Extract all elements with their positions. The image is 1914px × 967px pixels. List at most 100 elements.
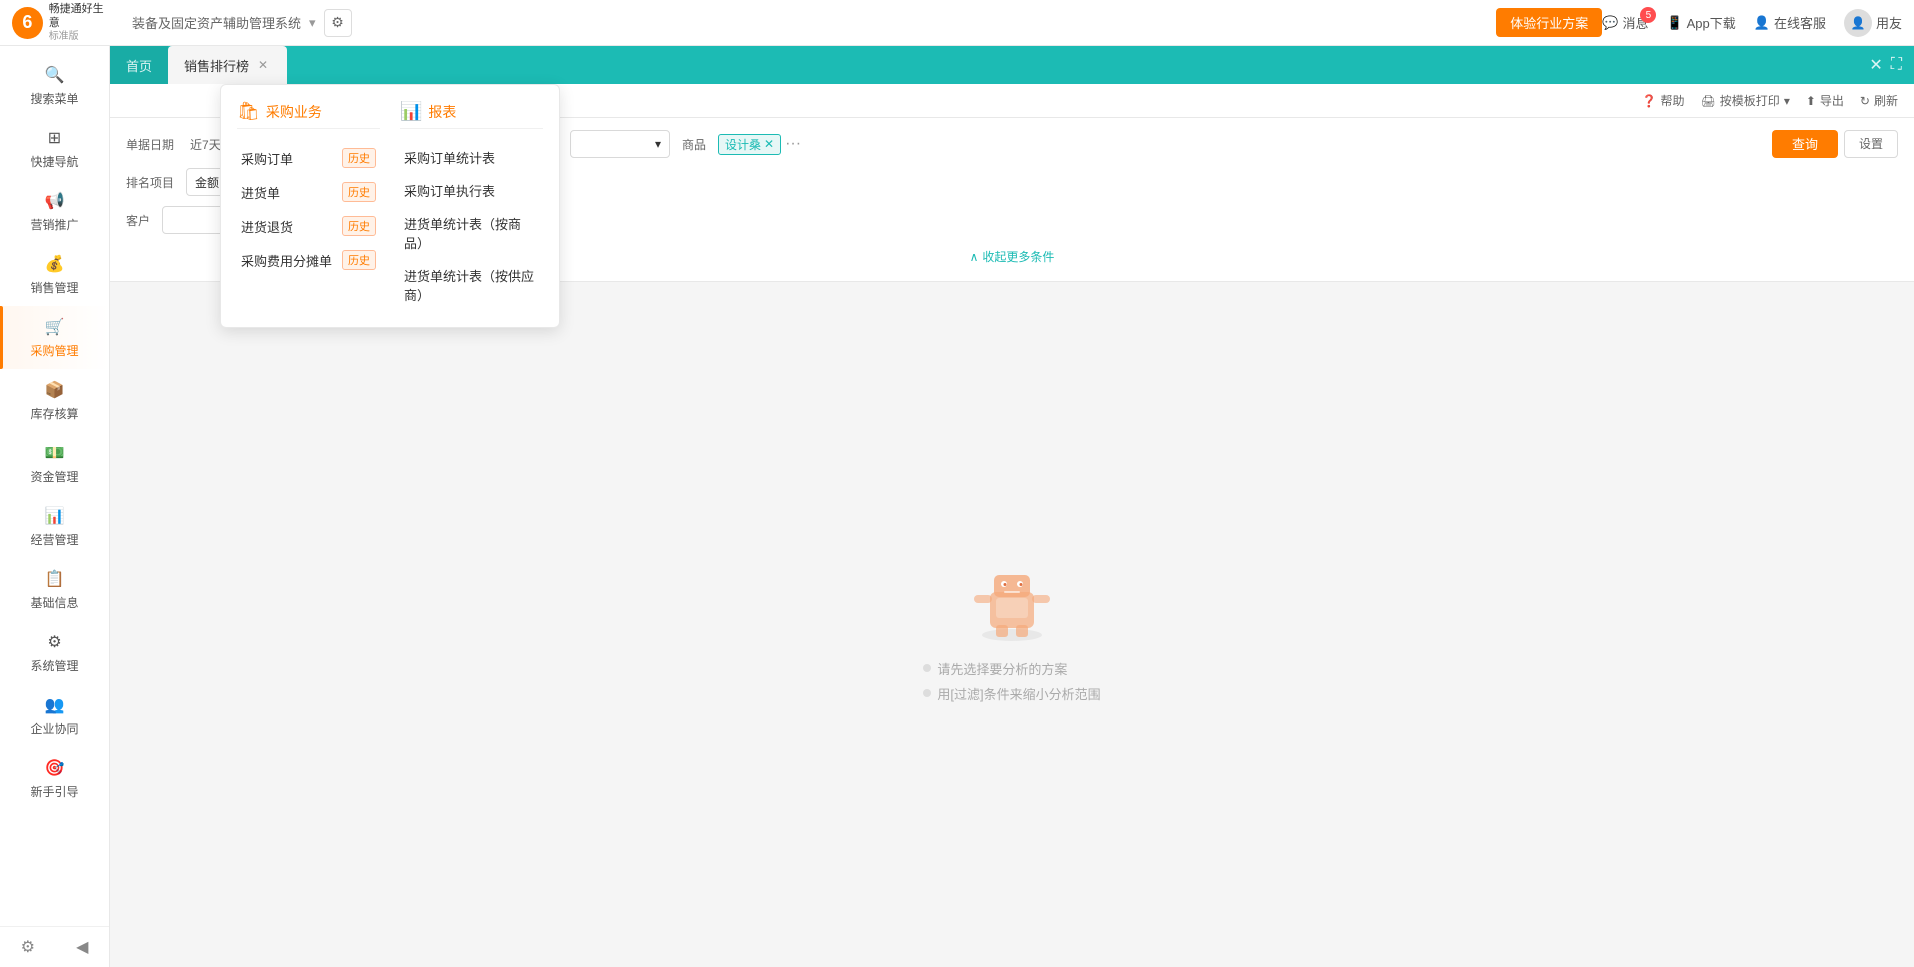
logo: 6 畅捷通好生意 标准版: [12, 2, 112, 44]
goods-label: 商品: [682, 136, 706, 153]
collab-icon: 👥: [44, 694, 66, 716]
sidebar-item-sales[interactable]: 💰 销售管理: [0, 243, 109, 306]
message-btn[interactable]: 💬 消息 5: [1602, 13, 1648, 32]
collapse-icon[interactable]: ◀: [76, 937, 88, 957]
tab-close-icon[interactable]: ✕: [255, 57, 271, 73]
sidebar-item-marketing[interactable]: 📢 营销推广: [0, 180, 109, 243]
help-btn[interactable]: ❓ 帮助: [1642, 92, 1685, 109]
sidebar-item-purchase[interactable]: 🛒 采购管理: [0, 306, 109, 369]
collapse-up-icon: ∧: [970, 250, 979, 264]
content-area: 首页 销售排行榜 ✕ ✕ ⛶ 🛍 采购业务 采购订单: [110, 46, 1914, 967]
customer-label: 客户: [126, 212, 150, 229]
refresh-btn[interactable]: ↻ 刷新: [1860, 92, 1898, 109]
empty-illustration: [962, 547, 1062, 647]
print-icon: 🖨: [1701, 94, 1716, 108]
query-btn[interactable]: 查询: [1772, 130, 1838, 158]
export-icon: ⬆: [1806, 94, 1816, 108]
dropdown-item-po-exec[interactable]: 采购订单执行表: [400, 174, 543, 207]
date-7days-btn[interactable]: 近7天: [186, 134, 225, 155]
logo-icon: 6: [12, 7, 43, 39]
history-tag-return: 历史: [342, 216, 376, 236]
system-icon: ⚙: [44, 631, 66, 653]
dropdown-report-col: 📊 报表 采购订单统计表 采购订单执行表 进货单统计表（按商品） 进货单统计表（…: [400, 101, 543, 311]
sidebar-item-quicknav[interactable]: ⊞ 快捷导航: [0, 117, 109, 180]
inventory-icon: 📦: [44, 379, 66, 401]
dropdown-item-receipt-stat-goods[interactable]: 进货单统计表（按商品）: [400, 207, 543, 259]
main-layout: 🔍 搜索菜单 ⊞ 快捷导航 📢 营销推广 💰 销售管理 🛒 采购管理 📦 库存核…: [0, 46, 1914, 967]
help-icon: ❓: [1642, 94, 1657, 108]
sidebar-item-guide[interactable]: 🎯 新手引导: [0, 747, 109, 810]
sidebar: 🔍 搜索菜单 ⊞ 快捷导航 📢 营销推广 💰 销售管理 🛒 采购管理 📦 库存核…: [0, 46, 110, 967]
dropdown-menu: 🛍 采购业务 采购订单 历史 进货单 历史 进货退货 历史: [220, 84, 560, 328]
industry-btn[interactable]: 体验行业方案: [1496, 8, 1602, 37]
gear-button[interactable]: ⚙: [324, 9, 352, 37]
dropdown-item-receipt[interactable]: 进货单 历史: [237, 175, 380, 209]
online-service-btn[interactable]: 👤 在线客服: [1754, 13, 1826, 32]
export-btn[interactable]: ⬆ 导出: [1806, 92, 1844, 109]
tab-home[interactable]: 首页: [110, 46, 168, 84]
guide-icon: 🎯: [44, 757, 66, 779]
sidebar-item-inventory[interactable]: 📦 库存核算: [0, 369, 109, 432]
history-tag-receipt: 历史: [342, 182, 376, 202]
empty-tip-2: 用[过滤]条件来缩小分析范围: [923, 684, 1100, 703]
refresh-icon: ↻: [1860, 94, 1870, 108]
dropdown-arrow-icon[interactable]: ▾: [309, 15, 316, 31]
empty-tip-1: 请先选择要分析的方案: [923, 659, 1100, 678]
tab-sales-rank[interactable]: 销售排行榜 ✕: [168, 46, 287, 84]
goods-tag: 设计桑 ✕: [718, 134, 781, 155]
tab-bar: 首页 销售排行榜 ✕ ✕ ⛶ 🛍 采购业务 采购订单: [110, 46, 1914, 84]
tab-maximize-icon[interactable]: ⛶: [1891, 56, 1902, 74]
grid-icon: ⊞: [44, 127, 66, 149]
app-download-btn[interactable]: 📱 App下载: [1666, 13, 1735, 32]
goods-tag-close-icon[interactable]: ✕: [764, 137, 774, 151]
purchase-icon: 🛒: [44, 316, 66, 338]
settings-icon[interactable]: ⚙: [21, 937, 35, 957]
sales-icon: 💰: [44, 253, 66, 275]
rank-item-label: 排名项目: [126, 174, 174, 191]
sidebar-item-system[interactable]: ⚙ 系统管理: [0, 621, 109, 684]
sidebar-item-collab[interactable]: 👥 企业协同: [0, 684, 109, 747]
dropdown-item-po[interactable]: 采购订单 历史: [237, 141, 380, 175]
dropdown-item-po-stat[interactable]: 采购订单统计表: [400, 141, 543, 174]
topbar-right: 💬 消息 5 📱 App下载 👤 在线客服 👤 用友: [1602, 9, 1902, 37]
marketing-icon: 📢: [44, 190, 66, 212]
avatar: 👤: [1844, 9, 1872, 37]
goods-more-btn[interactable]: ···: [785, 135, 801, 153]
date-range-label: 单据日期: [126, 136, 174, 153]
purchase-col-icon: 🛍: [237, 101, 260, 122]
print-dropdown-icon[interactable]: ▾: [1784, 94, 1790, 108]
dropdown-report-title: 📊 报表: [400, 101, 543, 129]
dropdown-item-expense[interactable]: 采购费用分摊单 历史: [237, 243, 380, 277]
voucher-status-select[interactable]: ▾: [570, 130, 670, 158]
sidebar-item-search[interactable]: 🔍 搜索菜单: [0, 54, 109, 117]
message-icon: 💬: [1602, 15, 1618, 31]
search-icon: 🔍: [44, 64, 66, 86]
collapse-btn[interactable]: ∧ 收起更多条件: [970, 244, 1055, 269]
history-tag-po: 历史: [342, 148, 376, 168]
logo-text: 畅捷通好生意 标准版: [49, 2, 112, 44]
dropdown-purchase-title: 🛍 采购业务: [237, 101, 380, 129]
history-tag-expense: 历史: [342, 250, 376, 270]
empty-text-list: 请先选择要分析的方案 用[过滤]条件来缩小分析范围: [923, 659, 1100, 703]
message-badge: 5: [1640, 7, 1656, 23]
dropdown-item-receipt-stat-supplier[interactable]: 进货单统计表（按供应商）: [400, 259, 543, 311]
print-btn[interactable]: 🖨 按模板打印 ▾: [1701, 92, 1790, 109]
user-btn[interactable]: 👤 用友: [1844, 9, 1902, 37]
tab-close-all-icon[interactable]: ✕: [1869, 55, 1882, 75]
service-icon: 👤: [1754, 15, 1770, 31]
tab-bar-right: ✕ ⛶: [1869, 55, 1914, 75]
app-icon: 📱: [1666, 15, 1682, 31]
operations-icon: 📊: [44, 505, 66, 527]
sidebar-bottom: ⚙ ◀: [0, 926, 109, 967]
topbar: 6 畅捷通好生意 标准版 装备及固定资产辅助管理系统 ▾ ⚙ 体验行业方案 💬 …: [0, 0, 1914, 46]
dropdown-item-return[interactable]: 进货退货 历史: [237, 209, 380, 243]
setting-btn[interactable]: 设置: [1844, 130, 1898, 158]
sidebar-item-finance[interactable]: 💵 资金管理: [0, 432, 109, 495]
sidebar-item-basic[interactable]: 📋 基础信息: [0, 558, 109, 621]
voucher-status-dropdown-icon: ▾: [655, 137, 661, 151]
basic-icon: 📋: [44, 568, 66, 590]
dropdown-purchase-col: 🛍 采购业务 采购订单 历史 进货单 历史 进货退货 历史: [237, 101, 380, 311]
system-title: 装备及固定资产辅助管理系统 ▾ ⚙: [112, 9, 1486, 37]
sidebar-item-operations[interactable]: 📊 经营管理: [0, 495, 109, 558]
finance-icon: 💵: [44, 442, 66, 464]
